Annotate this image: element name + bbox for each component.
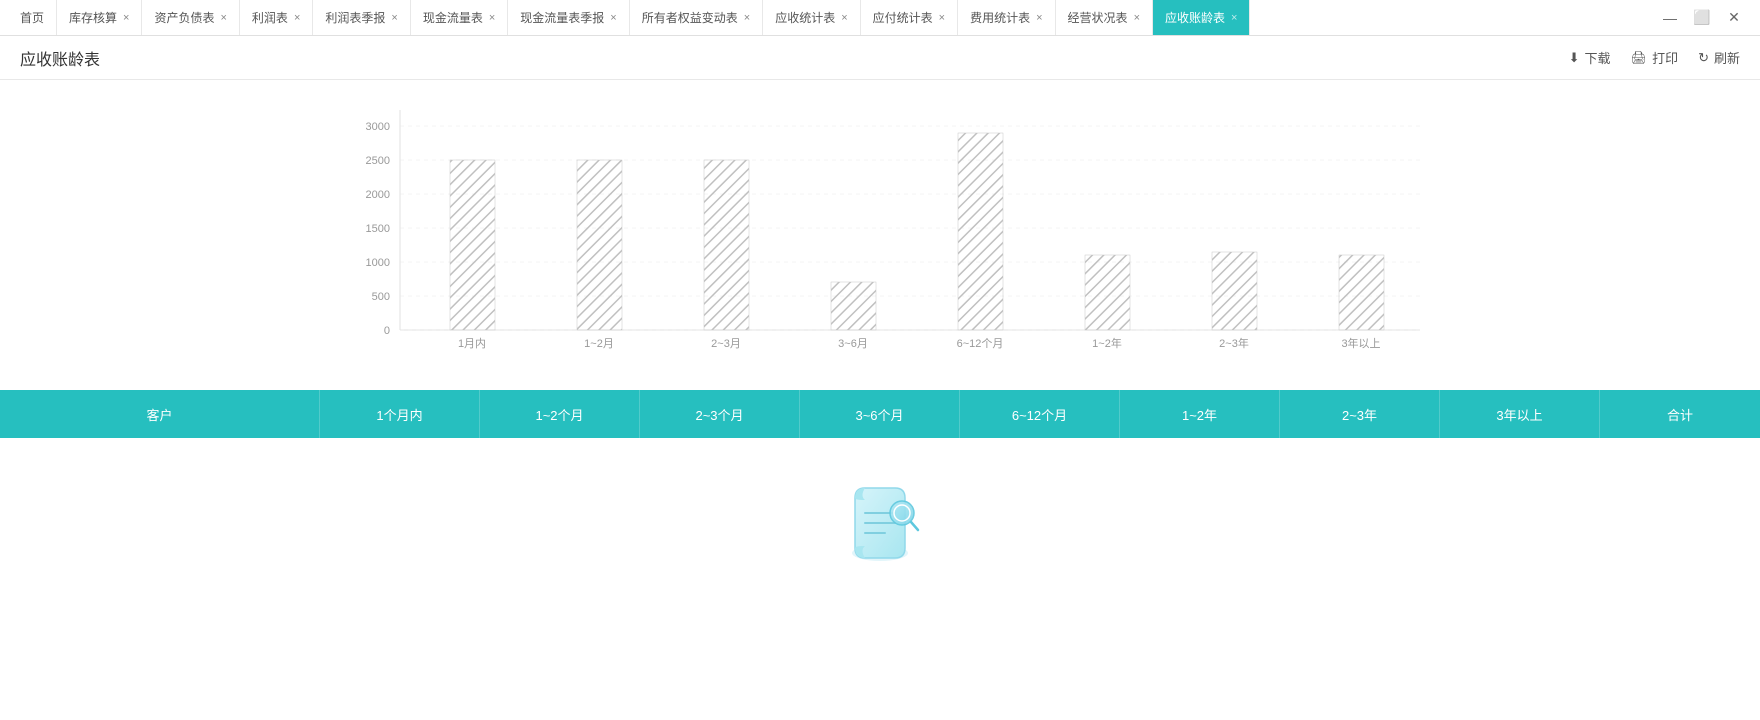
maximize-button[interactable]: ⬜ [1688,4,1716,32]
empty-state [0,438,1760,720]
tab-bar: 首页 库存核算 × 资产负债表 × 利润表 × 利润表季报 × 现金流量表 × … [0,0,1760,36]
tab-cashflow-quarterly-label: 现金流量表季报 [520,9,604,26]
tab-ap-stat-close[interactable]: × [939,12,945,24]
main-content: 0 500 1000 1500 2000 2500 3000 [0,80,1760,720]
svg-text:2500: 2500 [366,155,390,167]
refresh-button[interactable]: ↻ 刷新 [1698,48,1740,67]
download-button[interactable]: ⬇ 下载 [1569,48,1611,67]
tab-expense-stat-label: 费用统计表 [970,9,1030,26]
bar-1-2year [1085,255,1130,330]
th-3-6month: 3~6个月 [800,390,960,438]
th-1month: 1个月内 [320,390,480,438]
refresh-icon: ↻ [1698,50,1709,66]
tab-ar-stat-close[interactable]: × [841,12,847,24]
tab-home[interactable]: 首页 [8,0,57,36]
tab-ar-stat[interactable]: 应收统计表 × [763,0,860,36]
tab-business-status-close[interactable]: × [1134,12,1140,24]
print-label: 打印 [1652,48,1678,67]
bar-3-6month [831,282,876,330]
refresh-label: 刷新 [1714,48,1740,67]
svg-text:1~2年: 1~2年 [1092,336,1122,350]
tab-ar-aging-label: 应收账龄表 [1165,9,1225,26]
download-icon: ⬇ [1569,50,1580,66]
tab-window-actions: — ⬜ ✕ [1656,4,1752,32]
tab-ar-aging-close[interactable]: × [1231,12,1237,24]
bar-6-12month [958,133,1003,330]
svg-text:1500: 1500 [366,223,390,235]
th-2-3year: 2~3年 [1280,390,1440,438]
tab-balance-sheet-close[interactable]: × [220,12,226,24]
tab-income-close[interactable]: × [294,12,300,24]
header-actions: ⬇ 下载 🖨 打印 ↻ 刷新 [1569,48,1740,67]
bar-1-2month [577,160,622,330]
close-button[interactable]: ✕ [1720,4,1748,32]
tab-inventory-label: 库存核算 [69,9,117,26]
print-button[interactable]: 🖨 打印 [1631,48,1679,67]
tab-cashflow-label: 现金流量表 [423,9,483,26]
bar-2-3month [704,160,749,330]
tab-home-label: 首页 [20,9,44,26]
page-header: 应收账龄表 ⬇ 下载 🖨 打印 ↻ 刷新 [0,36,1760,80]
print-icon: 🖨 [1631,50,1648,66]
tab-cashflow-close[interactable]: × [489,12,495,24]
svg-text:3000: 3000 [366,121,390,133]
tab-ap-stat-label: 应付统计表 [873,9,933,26]
tab-cashflow[interactable]: 现金流量表 × [411,0,508,36]
svg-text:2~3月: 2~3月 [711,338,741,350]
tab-balance-sheet[interactable]: 资产负债表 × [142,0,239,36]
tab-cashflow-quarterly[interactable]: 现金流量表季报 × [508,0,629,36]
tab-inventory-close[interactable]: × [123,12,129,24]
bar-3year-plus [1339,255,1384,330]
tab-income-quarterly-close[interactable]: × [391,12,397,24]
table-header: 客户 1个月内 1~2个月 2~3个月 3~6个月 6~12个月 1~2年 2~… [0,390,1760,438]
th-1-2year: 1~2年 [1120,390,1280,438]
chart-area: 0 500 1000 1500 2000 2500 3000 [0,80,1760,390]
tab-ar-aging[interactable]: 应收账龄表 × [1153,0,1250,36]
th-3year-plus: 3年以上 [1440,390,1600,438]
th-1-2month: 1~2个月 [480,390,640,438]
svg-text:1000: 1000 [366,257,390,269]
tab-income-quarterly[interactable]: 利润表季报 × [313,0,410,36]
bar-chart: 0 500 1000 1500 2000 2500 3000 [30,100,1730,380]
svg-text:2000: 2000 [366,189,390,201]
tab-inventory[interactable]: 库存核算 × [57,0,142,36]
tab-balance-sheet-label: 资产负债表 [154,9,214,26]
svg-text:6~12个月: 6~12个月 [957,337,1004,350]
tab-expense-stat-close[interactable]: × [1036,12,1042,24]
th-2-3month: 2~3个月 [640,390,800,438]
tab-equity-label: 所有者权益变动表 [642,9,738,26]
download-label: 下载 [1585,48,1611,67]
tab-cashflow-quarterly-close[interactable]: × [610,12,616,24]
tab-income[interactable]: 利润表 × [240,0,313,36]
tab-equity-close[interactable]: × [744,12,750,24]
minimize-button[interactable]: — [1656,4,1684,32]
tab-business-status[interactable]: 经营状况表 × [1056,0,1153,36]
tab-ar-stat-label: 应收统计表 [775,9,835,26]
tab-income-quarterly-label: 利润表季报 [325,9,385,26]
svg-text:1月内: 1月内 [458,336,486,350]
bar-2-3year [1212,252,1257,330]
th-customer: 客户 [0,390,320,438]
empty-illustration [830,468,930,568]
bar-1month [450,160,495,330]
svg-text:3~6月: 3~6月 [838,338,868,350]
page-title: 应收账龄表 [20,46,100,70]
tab-business-status-label: 经营状况表 [1068,9,1128,26]
chart-container: 0 500 1000 1500 2000 2500 3000 [30,100,1730,380]
svg-text:3年以上: 3年以上 [1341,336,1380,350]
svg-text:0: 0 [384,325,390,337]
th-6-12month: 6~12个月 [960,390,1120,438]
tab-equity[interactable]: 所有者权益变动表 × [630,0,763,36]
tab-ap-stat[interactable]: 应付统计表 × [861,0,958,36]
th-total: 合计 [1600,390,1760,438]
tab-expense-stat[interactable]: 费用统计表 × [958,0,1055,36]
tab-income-label: 利润表 [252,9,288,26]
svg-text:500: 500 [372,291,390,303]
svg-text:2~3年: 2~3年 [1219,336,1249,350]
svg-text:1~2月: 1~2月 [584,338,614,350]
